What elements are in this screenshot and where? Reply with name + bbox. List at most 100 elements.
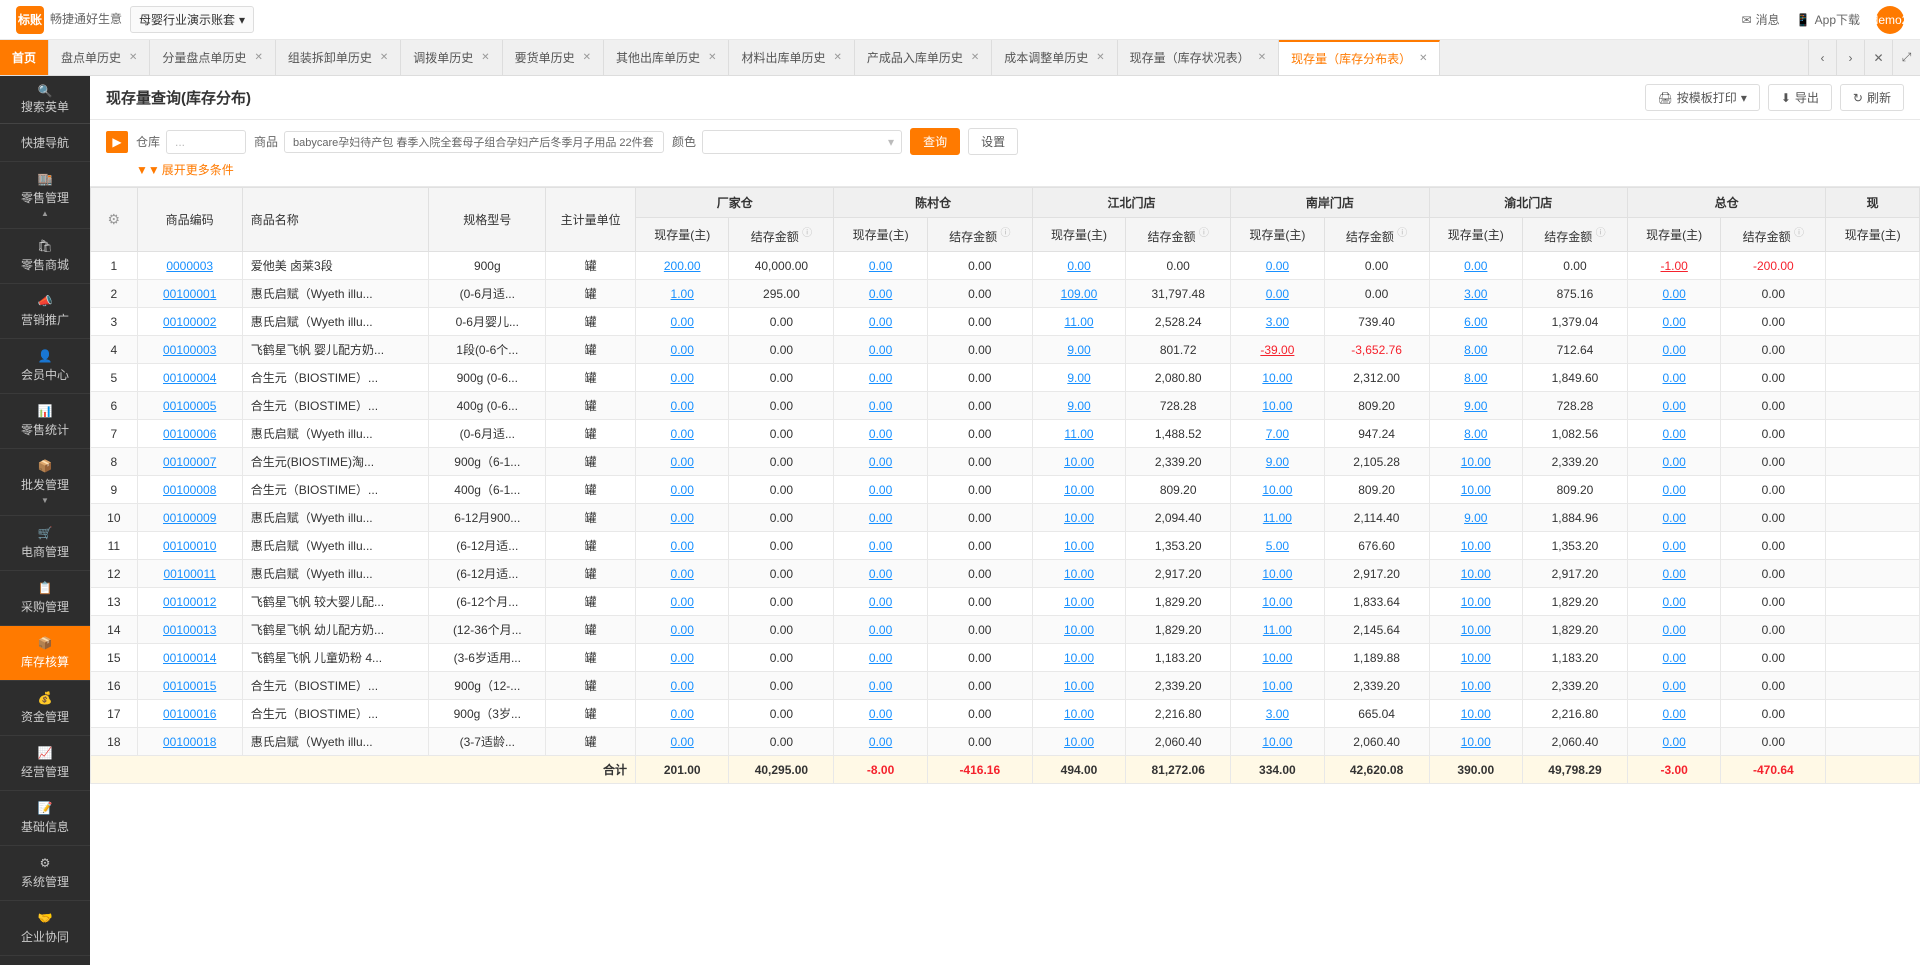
goods-input[interactable]	[284, 131, 664, 153]
tab-home[interactable]: 首页	[0, 40, 49, 76]
tab-t1[interactable]: 盘点单历史 ✕	[49, 40, 150, 76]
cell-jiangbei-amt: 2,917.20	[1126, 560, 1231, 588]
sidebar-item-ecommerce[interactable]: 🛒 电商管理	[0, 516, 90, 571]
cell-chen-amt: 0.00	[927, 616, 1032, 644]
info-icon-chen-amt[interactable]: ⓘ	[1000, 228, 1010, 239]
info-icon-jiangbei-amt[interactable]: ⓘ	[1199, 228, 1209, 239]
th-current-col: 现存量(主)	[1826, 218, 1920, 252]
tab-t10[interactable]: 现存量（库存状况表） ✕	[1118, 40, 1279, 76]
user-avatar[interactable]: demo2	[1876, 6, 1904, 34]
tab-t11[interactable]: 现存量（库存分布表） ✕	[1279, 40, 1440, 76]
sidebar-item-member[interactable]: 👤 会员中心	[0, 339, 90, 394]
refresh-button[interactable]: ↻ 刷新	[1840, 84, 1904, 111]
info-icon-yubeimen-amt[interactable]: ⓘ	[1596, 228, 1606, 239]
tab-close-t1[interactable]: ✕	[129, 52, 137, 63]
tab-close-t8[interactable]: ✕	[971, 52, 979, 63]
settings-icon: ⚙	[108, 211, 121, 227]
cell-jiangbei-stock: 10.00	[1032, 672, 1125, 700]
cell-current	[1826, 476, 1920, 504]
warehouse-input[interactable]: ...	[166, 130, 246, 154]
color-input[interactable]	[702, 130, 902, 154]
cell-nanan-stock: 10.00	[1231, 588, 1324, 616]
sidebar-item-inventory[interactable]: 📦 库存核算	[0, 626, 90, 681]
query-button[interactable]: 查询	[910, 128, 960, 155]
cell-yubeimen-amt: 0.00	[1522, 252, 1627, 280]
cell-code: 00100001	[137, 280, 242, 308]
tab-t7[interactable]: 材料出库单历史 ✕	[729, 40, 854, 76]
tab-close-all-button[interactable]: ✕	[1864, 40, 1892, 76]
tab-t6[interactable]: 其他出库单历史 ✕	[604, 40, 729, 76]
tab-t9[interactable]: 成本调整单历史 ✕	[992, 40, 1117, 76]
app-download-button[interactable]: 📱 App下载	[1796, 11, 1860, 28]
sidebar-item-retail-mall[interactable]: 🛍 零售商城	[0, 229, 90, 284]
cell-total-stock: 0.00	[1627, 672, 1720, 700]
sidebar-item-marketing[interactable]: 📣 营销推广	[0, 284, 90, 339]
sidebar-search[interactable]: 🔍 搜索英单	[0, 76, 90, 124]
member-icon: 👤	[38, 349, 53, 363]
table-area[interactable]: ⚙ 商品编码 商品名称 规格型号 主计量单位	[90, 187, 1920, 965]
sidebar-item-guide[interactable]: 🎯 新手引导	[0, 956, 90, 965]
tab-prev-button[interactable]: ‹	[1808, 40, 1836, 76]
tab-close-t7[interactable]: ✕	[833, 52, 841, 63]
cell-yubeimen-stock: 10.00	[1429, 728, 1522, 756]
cell-chen-stock: 0.00	[834, 728, 927, 756]
cell-nanan-amt: 809.20	[1324, 392, 1429, 420]
settings-button[interactable]: 设置	[968, 128, 1018, 155]
cell-factory-amt: 0.00	[729, 560, 834, 588]
info-icon-nanan-amt[interactable]: ⓘ	[1397, 228, 1407, 239]
cell-chen-stock: 0.00	[834, 252, 927, 280]
cell-seq: 2	[91, 280, 138, 308]
sidebar-item-basic-info[interactable]: 📝 基础信息	[0, 791, 90, 846]
message-button[interactable]: ✉ 消息	[1742, 11, 1780, 28]
top-bar: 标账 畅捷通好生意 母婴行业演示账套 ▾ ✉ 消息 📱 App下载 demo2	[0, 0, 1920, 40]
tab-close-t4[interactable]: ✕	[481, 52, 489, 63]
cell-total-stock: 0.00	[1627, 420, 1720, 448]
cell-chen-amt: 0.00	[927, 728, 1032, 756]
info-icon-factory-amt[interactable]: ⓘ	[802, 228, 812, 239]
sidebar-item-enterprise[interactable]: 🤝 企业协同	[0, 901, 90, 956]
cell-yubeimen-amt: 1,183.20	[1522, 644, 1627, 672]
tab-t3[interactable]: 组装拆卸单历史 ✕	[276, 40, 401, 76]
sidebar-item-wholesale[interactable]: 📦 批发管理 ▼	[0, 449, 90, 516]
sidebar-item-retail-stats[interactable]: 📊 零售统计	[0, 394, 90, 449]
sidebar-item-quick-nav[interactable]: 快捷导航	[0, 124, 90, 162]
tab-t5[interactable]: 要货单历史 ✕	[503, 40, 604, 76]
cell-current	[1826, 252, 1920, 280]
export-button[interactable]: ⬇ 导出	[1768, 84, 1832, 111]
cell-unit: 罐	[546, 392, 636, 420]
sidebar-item-operations[interactable]: 📈 经营管理	[0, 736, 90, 791]
cell-factory-stock: 0.00	[636, 364, 729, 392]
tab-close-t2[interactable]: ✕	[254, 52, 262, 63]
tab-close-t3[interactable]: ✕	[380, 52, 388, 63]
tab-expand-button[interactable]: ⤢	[1892, 40, 1920, 76]
table-row: 16 00100015 合生元（BIOSTIME）... 900g（12-...…	[91, 672, 1920, 700]
industry-selector[interactable]: 母婴行业演示账套 ▾	[130, 6, 254, 33]
filter-expand-arrow[interactable]: ▶	[106, 131, 128, 153]
cell-jiangbei-amt: 2,528.24	[1126, 308, 1231, 336]
cell-unit: 罐	[546, 252, 636, 280]
info-icon-total-amt[interactable]: ⓘ	[1794, 228, 1804, 239]
cell-nanan-amt: 0.00	[1324, 252, 1429, 280]
tab-next-button[interactable]: ›	[1836, 40, 1864, 76]
table-row: 12 00100011 惠氏启赋（Wyeth illu... (6-12月适..…	[91, 560, 1920, 588]
th-settings[interactable]: ⚙	[91, 188, 138, 252]
cell-jiangbei-stock: 9.00	[1032, 364, 1125, 392]
print-button[interactable]: 🖨 按模板打印 ▾	[1645, 84, 1760, 111]
tab-close-t9[interactable]: ✕	[1096, 52, 1104, 63]
refresh-icon: ↻	[1853, 91, 1863, 105]
tab-close-t11[interactable]: ✕	[1419, 53, 1427, 64]
tab-t8[interactable]: 产成品入库单历史 ✕	[855, 40, 992, 76]
sidebar-item-purchase[interactable]: 📋 采购管理	[0, 571, 90, 626]
sidebar-item-system[interactable]: ⚙ 系统管理	[0, 846, 90, 901]
sidebar-item-retail-mgmt[interactable]: 🏬 零售管理 ▲	[0, 162, 90, 229]
cell-nanan-stock: 11.00	[1231, 616, 1324, 644]
cell-current	[1826, 336, 1920, 364]
tab-close-t10[interactable]: ✕	[1258, 52, 1266, 63]
top-bar-right: ✉ 消息 📱 App下载 demo2	[1742, 6, 1904, 34]
tab-close-t6[interactable]: ✕	[708, 52, 716, 63]
tab-t2[interactable]: 分量盘点单历史 ✕	[150, 40, 275, 76]
tab-close-t5[interactable]: ✕	[583, 52, 591, 63]
expand-conditions-button[interactable]: ▼▼ 展开更多条件	[136, 161, 234, 178]
tab-t4[interactable]: 调拨单历史 ✕	[401, 40, 502, 76]
sidebar-item-finance[interactable]: 💰 资金管理	[0, 681, 90, 736]
